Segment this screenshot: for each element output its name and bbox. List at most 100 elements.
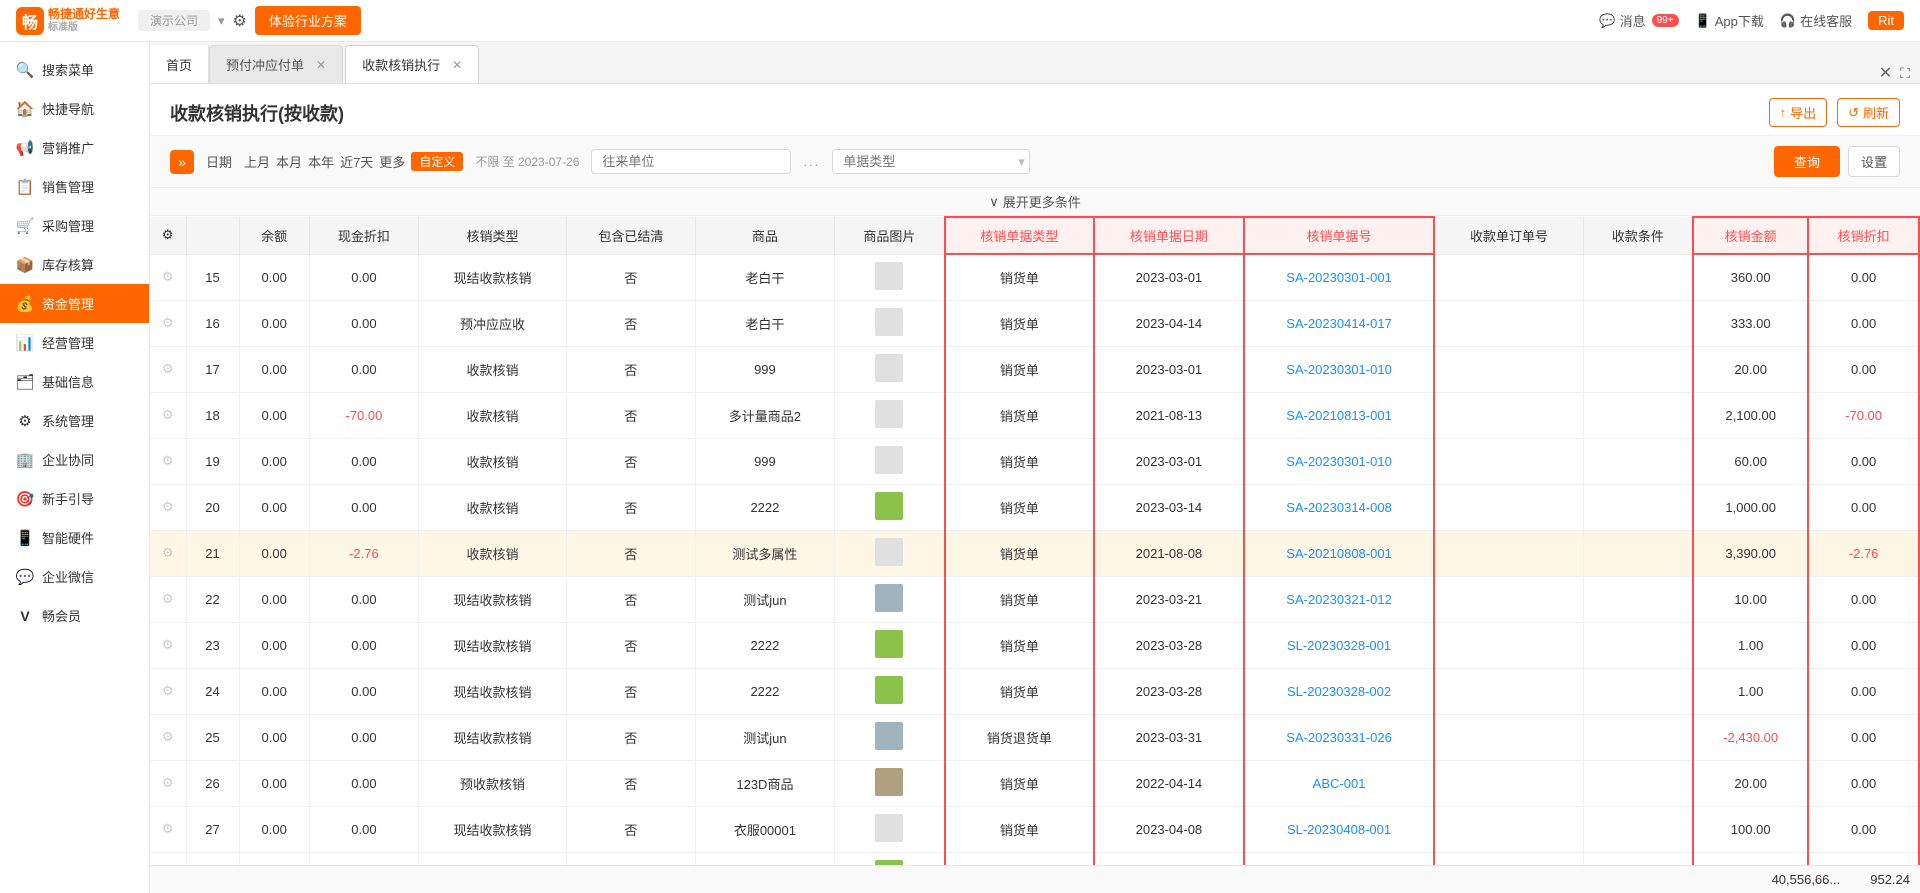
- tab-maximize-icon[interactable]: ⛶: [1900, 65, 1910, 82]
- sidebar-item-member[interactable]: V 畅会员: [0, 596, 149, 635]
- refresh-btn[interactable]: ↺ 刷新: [1837, 98, 1900, 127]
- tab-close-prepay[interactable]: ✕: [316, 58, 326, 72]
- td-gear[interactable]: ⚙: [150, 346, 186, 392]
- td-rownum: 21: [186, 530, 239, 576]
- member-icon: V: [16, 607, 34, 625]
- td-gear[interactable]: ⚙: [150, 254, 186, 300]
- app-download-btn[interactable]: 📱 App下载: [1695, 11, 1764, 30]
- td-gear[interactable]: ⚙: [150, 760, 186, 806]
- td-voucher-no[interactable]: SL-20230328-002: [1244, 668, 1435, 714]
- date-btn-last-month[interactable]: 上月: [244, 152, 270, 171]
- date-btn-more[interactable]: 更多: [379, 152, 405, 171]
- td-collection-condition: [1583, 346, 1693, 392]
- td-rownum: 26: [186, 760, 239, 806]
- tab-close-window-icon[interactable]: ✕: [1879, 63, 1892, 83]
- table-row[interactable]: ⚙ 25 0.00 0.00 现结收款核销 否 测试jun 销货退货单 2023…: [150, 714, 1919, 760]
- td-voucher-no[interactable]: SA-20230301-010: [1244, 438, 1435, 484]
- sidebar-item-search[interactable]: 🔍 搜索菜单: [0, 50, 149, 89]
- td-voucher-no[interactable]: ABC-001: [1244, 760, 1435, 806]
- table-row[interactable]: ⚙ 22 0.00 0.00 现结收款核销 否 测试jun 销货单 2023-0…: [150, 576, 1919, 622]
- td-voucher-no[interactable]: SA-20230321-012: [1244, 576, 1435, 622]
- td-gear[interactable]: ⚙: [150, 622, 186, 668]
- tab-home[interactable]: 首页: [150, 45, 209, 83]
- td-gear[interactable]: ⚙: [150, 806, 186, 852]
- table-row[interactable]: ⚙ 21 0.00 -2.76 收款核销 否 测试多属性 销货单 2021-08…: [150, 530, 1919, 576]
- tab-collection[interactable]: 收款核销执行 ✕: [345, 45, 479, 83]
- date-custom-btn[interactable]: 自定义: [411, 152, 463, 171]
- table-row[interactable]: ⚙ 20 0.00 0.00 收款核销 否 2222 销货单 2023-03-1…: [150, 484, 1919, 530]
- counterparty-input[interactable]: [591, 149, 791, 174]
- company-name[interactable]: 演示公司: [138, 10, 210, 31]
- date-btn-this-month[interactable]: 本月: [276, 152, 302, 171]
- td-gear[interactable]: ⚙: [150, 484, 186, 530]
- sidebar-item-inventory[interactable]: 📦 库存核算: [0, 245, 149, 284]
- td-voucher-no[interactable]: SA-20210813-001: [1244, 392, 1435, 438]
- td-voucher-no[interactable]: SL-20230418-001: [1244, 852, 1435, 865]
- filter-expand-btn[interactable]: »: [170, 150, 194, 174]
- table-row[interactable]: ⚙ 26 0.00 0.00 预收款核销 否 123D商品 销货单 2022-0…: [150, 760, 1919, 806]
- industry-btn[interactable]: 体验行业方案: [255, 6, 361, 35]
- online-service-btn[interactable]: 🎧 在线客服: [1780, 11, 1852, 30]
- table-row[interactable]: ⚙ 24 0.00 0.00 现结收款核销 否 2222 销货单 2023-03…: [150, 668, 1919, 714]
- td-gear[interactable]: ⚙: [150, 576, 186, 622]
- date-btn-7days[interactable]: 近7天: [340, 152, 373, 171]
- sidebar-item-system[interactable]: ⚙ 系统管理: [0, 401, 149, 440]
- td-gear[interactable]: ⚙: [150, 530, 186, 576]
- sidebar-item-wechat[interactable]: 💬 企业微信: [0, 557, 149, 596]
- sidebar-item-guide[interactable]: 🎯 新手引导: [0, 479, 149, 518]
- messages-btn[interactable]: 💬 消息 99+: [1599, 11, 1678, 30]
- sidebar-item-sales[interactable]: 📋 销售管理: [0, 167, 149, 206]
- td-voucher-no[interactable]: SA-20230314-008: [1244, 484, 1435, 530]
- sidebar-item-basic[interactable]: 🗂 基础信息: [0, 362, 149, 401]
- td-type: 预收款核销: [419, 760, 567, 806]
- sidebar-item-corp[interactable]: 🏢 企业协同: [0, 440, 149, 479]
- tab-prepay[interactable]: 预付冲应付单 ✕: [209, 45, 343, 83]
- company-chevron-icon[interactable]: ▾: [218, 13, 225, 29]
- user-avatar[interactable]: Rit: [1868, 11, 1904, 30]
- td-gear[interactable]: ⚙: [150, 852, 186, 865]
- sidebar-item-quicknav[interactable]: 🏠 快捷导航: [0, 89, 149, 128]
- table-row[interactable]: ⚙ 18 0.00 -70.00 收款核销 否 多计量商品2 销货单 2021-…: [150, 392, 1919, 438]
- settings-btn[interactable]: 设置: [1848, 146, 1900, 177]
- td-voucher-date: 2023-03-01: [1094, 438, 1244, 484]
- expand-more-bar[interactable]: ∨ 展开更多条件: [150, 188, 1920, 216]
- td-collection-order: [1434, 806, 1583, 852]
- td-voucher-no[interactable]: SA-20230414-017: [1244, 300, 1435, 346]
- td-balance: 0.00: [239, 438, 309, 484]
- export-btn[interactable]: ↑ 导出: [1769, 98, 1828, 127]
- table-row[interactable]: ⚙ 28 0.00 0.00 现结收款核销 否 2222 销货单 2023-04…: [150, 852, 1919, 865]
- sidebar-item-funds[interactable]: 💰 资金管理: [0, 284, 149, 323]
- table-row[interactable]: ⚙ 16 0.00 0.00 预冲应应收 否 老白干 销货单 2023-04-1…: [150, 300, 1919, 346]
- table-row[interactable]: ⚙ 27 0.00 0.00 现结收款核销 否 衣服00001 销货单 2023…: [150, 806, 1919, 852]
- td-gear[interactable]: ⚙: [150, 668, 186, 714]
- td-gear[interactable]: ⚙: [150, 300, 186, 346]
- sidebar-item-ops[interactable]: 📊 经营管理: [0, 323, 149, 362]
- table-row[interactable]: ⚙ 23 0.00 0.00 现结收款核销 否 2222 销货单 2023-03…: [150, 622, 1919, 668]
- page-header: 收款核销执行(按收款) ↑ 导出 ↺ 刷新: [150, 84, 1920, 136]
- td-voucher-no[interactable]: SL-20230408-001: [1244, 806, 1435, 852]
- td-voucher-date: 2023-03-21: [1094, 576, 1244, 622]
- settings-icon[interactable]: ⚙: [233, 11, 247, 31]
- td-voucher-no[interactable]: SA-20230301-010: [1244, 346, 1435, 392]
- voucher-type-input[interactable]: [832, 149, 1030, 174]
- sidebar-item-hardware[interactable]: 📱 智能硬件: [0, 518, 149, 557]
- td-voucher-no[interactable]: SA-20210808-001: [1244, 530, 1435, 576]
- tab-close-collection[interactable]: ✕: [452, 58, 462, 72]
- table-row[interactable]: ⚙ 15 0.00 0.00 现结收款核销 否 老白干 销货单 2023-03-…: [150, 254, 1919, 300]
- table-row[interactable]: ⚙ 17 0.00 0.00 收款核销 否 999 销货单 2023-03-01…: [150, 346, 1919, 392]
- query-btn[interactable]: 查询: [1774, 146, 1840, 177]
- td-collection-order: [1434, 714, 1583, 760]
- sidebar-item-purchase[interactable]: 🛒 采购管理: [0, 206, 149, 245]
- date-btn-this-year[interactable]: 本年: [308, 152, 334, 171]
- table-row[interactable]: ⚙ 19 0.00 0.00 收款核销 否 999 销货单 2023-03-01…: [150, 438, 1919, 484]
- td-gear[interactable]: ⚙: [150, 438, 186, 484]
- td-voucher-no[interactable]: SL-20230328-001: [1244, 622, 1435, 668]
- td-gear[interactable]: ⚙: [150, 392, 186, 438]
- sidebar-item-marketing[interactable]: 📢 营销推广: [0, 128, 149, 167]
- th-gear[interactable]: ⚙: [150, 217, 186, 254]
- td-collection-condition: [1583, 714, 1693, 760]
- td-gear[interactable]: ⚙: [150, 714, 186, 760]
- td-voucher-no[interactable]: SA-20230301-001: [1244, 254, 1435, 300]
- td-voucher-no[interactable]: SA-20230331-026: [1244, 714, 1435, 760]
- td-balance: 0.00: [239, 622, 309, 668]
